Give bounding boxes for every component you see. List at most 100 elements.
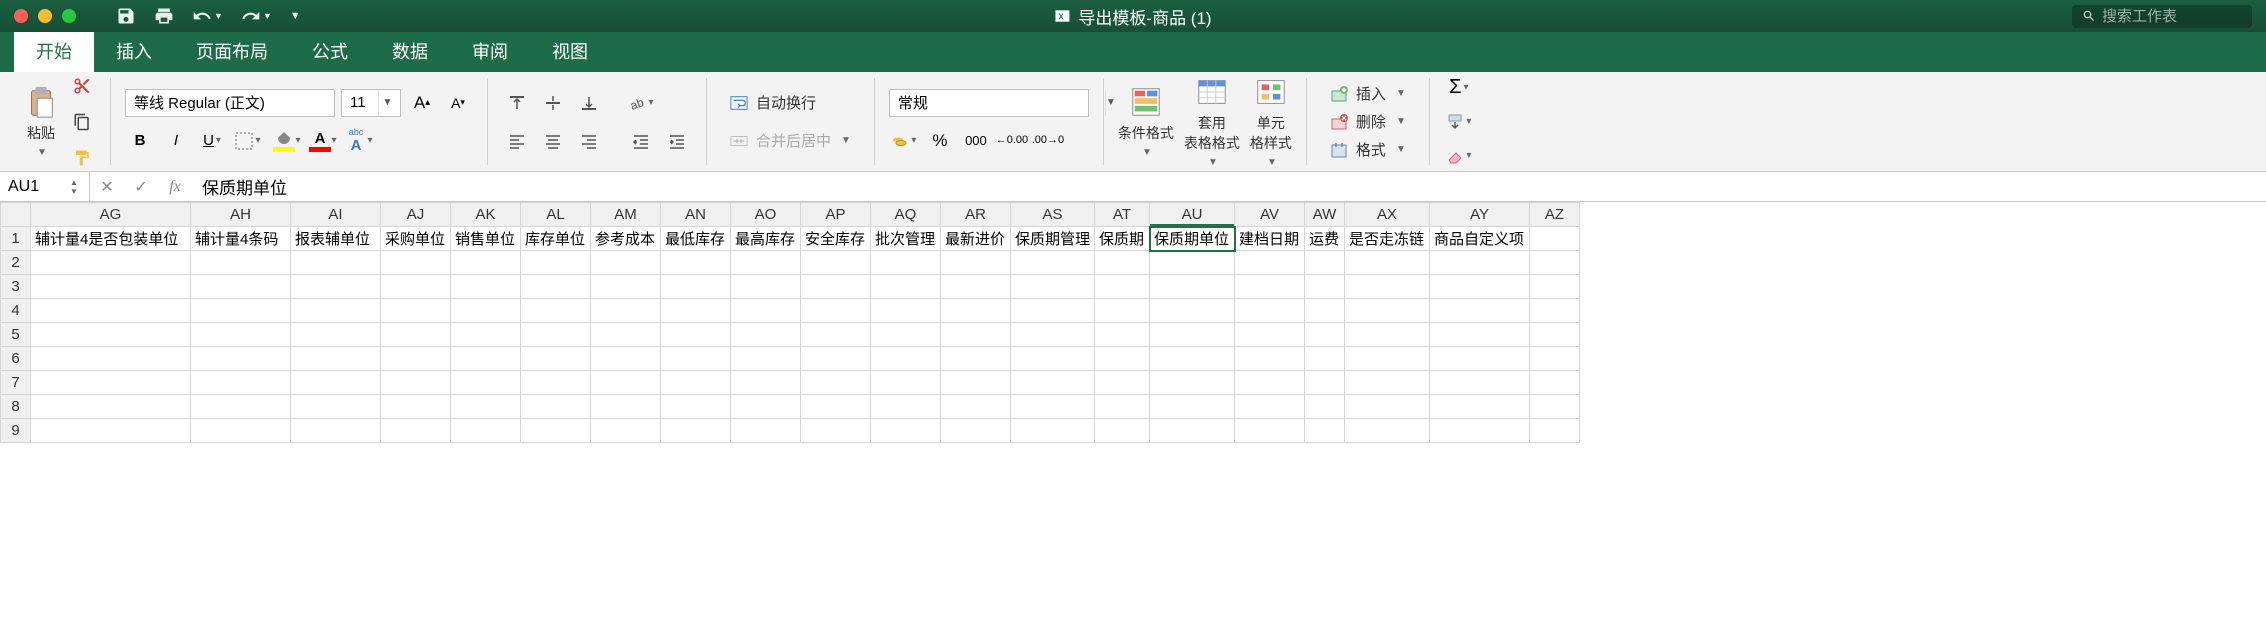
row-header-9[interactable]: 9 xyxy=(1,419,31,443)
cell-AK3[interactable] xyxy=(451,275,521,299)
underline-button[interactable]: U▾ xyxy=(197,127,227,155)
cell-AO5[interactable] xyxy=(731,323,801,347)
cell-AW3[interactable] xyxy=(1305,275,1345,299)
align-left-button[interactable] xyxy=(502,127,532,155)
cell-AP3[interactable] xyxy=(801,275,871,299)
format-painter-button[interactable] xyxy=(68,144,96,172)
cell-AG9[interactable] xyxy=(31,419,191,443)
cell-AI7[interactable] xyxy=(291,371,381,395)
tab-开始[interactable]: 开始 xyxy=(14,30,94,72)
cell-AV6[interactable] xyxy=(1235,347,1305,371)
decrease-indent-button[interactable] xyxy=(626,127,656,155)
cell-AN7[interactable] xyxy=(661,371,731,395)
column-header-AL[interactable]: AL xyxy=(521,203,591,227)
cell-AY4[interactable] xyxy=(1430,299,1530,323)
cell-AL9[interactable] xyxy=(521,419,591,443)
cell-AI4[interactable] xyxy=(291,299,381,323)
cell-AV3[interactable] xyxy=(1235,275,1305,299)
cell-AX7[interactable] xyxy=(1345,371,1430,395)
cell-AR2[interactable] xyxy=(941,251,1011,275)
conditional-format-button[interactable]: 条件格式▼ xyxy=(1118,85,1174,158)
column-header-AU[interactable]: AU xyxy=(1150,203,1235,227)
cell-AJ5[interactable] xyxy=(381,323,451,347)
cell-AT7[interactable] xyxy=(1095,371,1150,395)
cell-AS3[interactable] xyxy=(1011,275,1095,299)
cell-AW4[interactable] xyxy=(1305,299,1345,323)
cell-AI1[interactable]: 报表辅单位 xyxy=(291,227,381,251)
cell-AN6[interactable] xyxy=(661,347,731,371)
number-format-dropdown[interactable]: ▼ xyxy=(889,89,1089,117)
format-cells-button[interactable]: 格式▼ xyxy=(1321,138,1415,162)
cell-AK6[interactable] xyxy=(451,347,521,371)
phonetic-button[interactable]: abcA▾ xyxy=(341,127,371,155)
cell-AI6[interactable] xyxy=(291,347,381,371)
cancel-formula-button[interactable]: ✕ xyxy=(90,177,124,197)
fill-color-button[interactable]: ▾ xyxy=(269,127,299,155)
cell-AY3[interactable] xyxy=(1430,275,1530,299)
cell-AT1[interactable]: 保质期 xyxy=(1095,227,1150,251)
cell-AO7[interactable] xyxy=(731,371,801,395)
cell-AV9[interactable] xyxy=(1235,419,1305,443)
cell-AM4[interactable] xyxy=(591,299,661,323)
delete-cells-button[interactable]: 删除▼ xyxy=(1321,110,1415,134)
wrap-text-button[interactable]: 自动换行 xyxy=(721,89,860,117)
cell-AQ9[interactable] xyxy=(871,419,941,443)
save-icon[interactable] xyxy=(116,6,136,26)
minimize-window-button[interactable] xyxy=(38,9,52,23)
cell-AK1[interactable]: 销售单位 xyxy=(451,227,521,251)
clear-button[interactable]: ▾ xyxy=(1444,142,1474,170)
accept-formula-button[interactable]: ✓ xyxy=(124,177,158,197)
cell-AL5[interactable] xyxy=(521,323,591,347)
cell-AO9[interactable] xyxy=(731,419,801,443)
format-as-table-button[interactable]: 套用 表格格式▼ xyxy=(1184,75,1240,168)
tab-页面布局[interactable]: 页面布局 xyxy=(174,30,290,72)
cell-AL3[interactable] xyxy=(521,275,591,299)
cell-AR1[interactable]: 最新进价 xyxy=(941,227,1011,251)
cell-AU5[interactable] xyxy=(1150,323,1235,347)
cell-AS2[interactable] xyxy=(1011,251,1095,275)
number-format-input[interactable] xyxy=(890,90,1105,116)
column-header-AX[interactable]: AX xyxy=(1345,203,1430,227)
cell-AQ8[interactable] xyxy=(871,395,941,419)
cell-AS5[interactable] xyxy=(1011,323,1095,347)
align-middle-button[interactable] xyxy=(538,89,568,117)
search-input[interactable] xyxy=(2102,8,2242,25)
cell-AX6[interactable] xyxy=(1345,347,1430,371)
cell-AN5[interactable] xyxy=(661,323,731,347)
cell-AJ4[interactable] xyxy=(381,299,451,323)
merge-center-button[interactable]: 合并后居中 ▼ xyxy=(721,127,860,155)
cell-AP8[interactable] xyxy=(801,395,871,419)
fill-button[interactable]: ▾ xyxy=(1444,108,1474,136)
cell-AG6[interactable] xyxy=(31,347,191,371)
align-bottom-button[interactable] xyxy=(574,89,604,117)
cell-AU2[interactable] xyxy=(1150,251,1235,275)
cell-AX1[interactable]: 是否走冻链 xyxy=(1345,227,1430,251)
cell-AS7[interactable] xyxy=(1011,371,1095,395)
row-header-4[interactable]: 4 xyxy=(1,299,31,323)
cell-AS9[interactable] xyxy=(1011,419,1095,443)
increase-decimal-button[interactable]: ←0.00 xyxy=(997,127,1027,155)
cell-AM8[interactable] xyxy=(591,395,661,419)
increase-font-button[interactable]: A▴ xyxy=(407,89,437,117)
cell-AN3[interactable] xyxy=(661,275,731,299)
cell-AR4[interactable] xyxy=(941,299,1011,323)
cell-AU4[interactable] xyxy=(1150,299,1235,323)
cell-AG2[interactable] xyxy=(31,251,191,275)
cell-AR8[interactable] xyxy=(941,395,1011,419)
cell-AR6[interactable] xyxy=(941,347,1011,371)
cell-AU1[interactable]: 保质期单位 xyxy=(1150,227,1235,251)
cell-AG5[interactable] xyxy=(31,323,191,347)
cell-AL4[interactable] xyxy=(521,299,591,323)
cell-AQ6[interactable] xyxy=(871,347,941,371)
cell-AT4[interactable] xyxy=(1095,299,1150,323)
font-size-dropdown[interactable]: ▼ xyxy=(341,89,401,117)
cell-AS8[interactable] xyxy=(1011,395,1095,419)
tab-公式[interactable]: 公式 xyxy=(290,30,370,72)
tab-数据[interactable]: 数据 xyxy=(370,30,450,72)
cell-AY9[interactable] xyxy=(1430,419,1530,443)
name-box-up[interactable]: ▲ xyxy=(70,178,78,187)
row-header-5[interactable]: 5 xyxy=(1,323,31,347)
column-header-AM[interactable]: AM xyxy=(591,203,661,227)
align-top-button[interactable] xyxy=(502,89,532,117)
cell-AJ9[interactable] xyxy=(381,419,451,443)
